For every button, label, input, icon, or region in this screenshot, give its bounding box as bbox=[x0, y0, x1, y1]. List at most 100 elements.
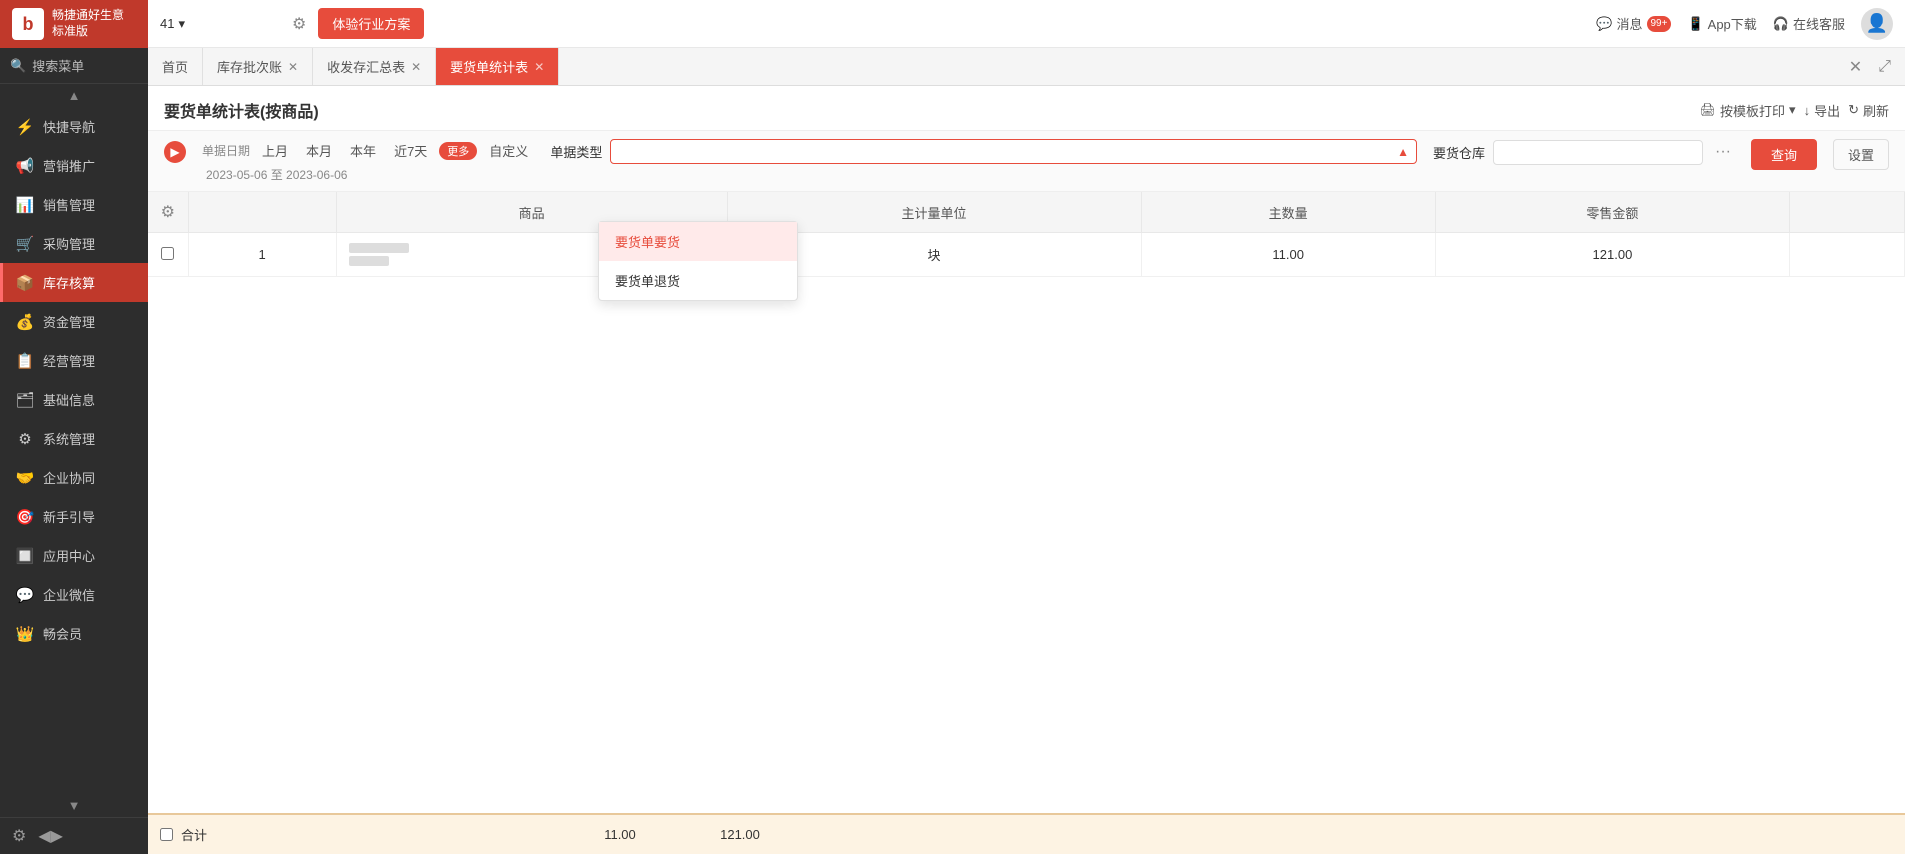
store-selector[interactable]: 41 ▾ bbox=[160, 16, 280, 32]
date-btn-7days[interactable]: 近7天 bbox=[388, 139, 433, 162]
chevron-down-icon: ▾ bbox=[178, 16, 185, 32]
sidebar-item-label: 新手引导 bbox=[43, 507, 95, 526]
sidebar-item-member[interactable]: 👑 畅会员 bbox=[0, 614, 148, 653]
sidebar-item-label: 资金管理 bbox=[43, 312, 95, 331]
print-btn[interactable]: 🖨 按模板打印 ▾ bbox=[1700, 101, 1796, 120]
app-title: 畅捷通好生意 标准版 bbox=[52, 8, 124, 39]
filter-more-icon[interactable]: ··· bbox=[1711, 139, 1735, 165]
table-settings-icon[interactable]: ⚙ bbox=[161, 204, 175, 221]
topbar: 41 ▾ ⚙ 体验行业方案 💬 消息 99+ 📱 App下载 🎧 在线客服 👤 bbox=[148, 0, 1905, 48]
sidebar-nav: ⚡ 快捷导航 📢 营销推广 📊 销售管理 🛒 采购管理 📦 库存核算 💰 资金管… bbox=[0, 107, 148, 794]
col-sale-amount: 零售金额 bbox=[1435, 192, 1789, 233]
settings-btn[interactable]: 设置 bbox=[1833, 139, 1889, 170]
sidebar-search[interactable]: 🔍 搜索菜单 bbox=[0, 48, 148, 84]
enterprise-wechat-icon: 💬 bbox=[15, 586, 35, 604]
sidebar-item-label: 营销推广 bbox=[43, 156, 95, 175]
tab-expand-btn[interactable]: ⤢ bbox=[1872, 53, 1897, 81]
tab-receive-summary-label: 收发存汇总表 bbox=[327, 57, 405, 76]
date-btn-custom[interactable]: 自定义 bbox=[483, 139, 534, 162]
tab-inventory-batch[interactable]: 库存批次账 ✕ bbox=[203, 48, 313, 85]
sidebar-item-inventory[interactable]: 📦 库存核算 bbox=[0, 263, 148, 302]
col-seq bbox=[188, 192, 336, 233]
row-checkbox[interactable] bbox=[161, 247, 174, 260]
row-seq: 1 bbox=[188, 233, 336, 277]
avatar-icon: 👤 bbox=[1866, 13, 1888, 34]
export-btn[interactable]: ↓ 导出 bbox=[1804, 101, 1841, 120]
trial-btn[interactable]: 体验行业方案 bbox=[318, 8, 424, 39]
operations-icon: 📋 bbox=[15, 352, 35, 370]
table-row: 1 块 11.00 121.00 bbox=[148, 233, 1905, 277]
tab-close-all-btn[interactable]: ✕ bbox=[1843, 53, 1868, 81]
tab-requisition-summary[interactable]: 要货单统计表 ✕ bbox=[436, 48, 559, 85]
warehouse-filter-label: 要货仓库 bbox=[1433, 143, 1485, 162]
sidebar-scroll-down[interactable]: ▼ bbox=[0, 794, 148, 817]
refresh-btn[interactable]: ↻ 刷新 bbox=[1848, 101, 1889, 120]
date-btn-more[interactable]: 更多 bbox=[439, 142, 477, 160]
collapse-footer-btn[interactable]: ◀▶ bbox=[38, 826, 63, 846]
online-service-btn[interactable]: 🎧 在线客服 bbox=[1773, 14, 1845, 33]
app-download-btn[interactable]: 📱 App下载 bbox=[1687, 14, 1756, 33]
settings-footer-btn[interactable]: ⚙ bbox=[12, 826, 26, 846]
type-filter-input[interactable] bbox=[610, 139, 1417, 164]
sidebar-header: b 畅捷通好生意 标准版 bbox=[0, 0, 148, 48]
print-icon: 🖨 bbox=[1700, 102, 1717, 118]
sidebar-item-purchase[interactable]: 🛒 采购管理 bbox=[0, 224, 148, 263]
tab-home-label: 首页 bbox=[162, 57, 188, 76]
warehouse-filter-input[interactable] bbox=[1493, 140, 1703, 165]
dropdown-item-requisition-order[interactable]: 要货单要货 bbox=[599, 222, 797, 261]
tab-home[interactable]: 首页 bbox=[156, 48, 203, 85]
sidebar-item-base-info[interactable]: 🗂 基础信息 bbox=[0, 380, 148, 419]
date-range-row: 2023-05-06 至 2023-06-06 bbox=[202, 166, 534, 183]
type-filter-group: 单据类型 ▲ bbox=[550, 139, 1417, 164]
sidebar-item-marketing[interactable]: 📢 营销推广 bbox=[0, 146, 148, 185]
refresh-icon: ↻ bbox=[1848, 102, 1859, 118]
main-area: 41 ▾ ⚙ 体验行业方案 💬 消息 99+ 📱 App下载 🎧 在线客服 👤 bbox=[148, 0, 1905, 854]
type-filter-label: 单据类型 bbox=[550, 142, 602, 161]
sidebar-item-label: 畅会员 bbox=[43, 624, 82, 643]
sidebar-item-label: 企业协同 bbox=[43, 468, 95, 487]
product-name-bar1 bbox=[349, 243, 409, 253]
base-info-icon: 🗂 bbox=[15, 391, 35, 409]
dropdown-item-requisition-return[interactable]: 要货单退货 bbox=[599, 261, 797, 300]
sidebar-item-app-center[interactable]: 🔲 应用中心 bbox=[0, 536, 148, 575]
online-service-label: 在线客服 bbox=[1793, 14, 1845, 33]
messages-btn[interactable]: 💬 消息 99+ bbox=[1596, 14, 1671, 33]
search-icon: 🔍 bbox=[10, 58, 26, 74]
sidebar-item-quick-nav[interactable]: ⚡ 快捷导航 bbox=[0, 107, 148, 146]
sidebar-item-enterprise[interactable]: 🤝 企业协同 bbox=[0, 458, 148, 497]
sidebar-item-finance[interactable]: 💰 资金管理 bbox=[0, 302, 148, 341]
type-filter-chevron-up[interactable]: ▲ bbox=[1397, 145, 1409, 159]
sidebar: b 畅捷通好生意 标准版 🔍 搜索菜单 ▲ ⚡ 快捷导航 📢 营销推广 📊 销售… bbox=[0, 0, 148, 854]
sidebar-item-sales[interactable]: 📊 销售管理 bbox=[0, 185, 148, 224]
messages-badge: 99+ bbox=[1647, 16, 1672, 32]
sidebar-scroll-up[interactable]: ▲ bbox=[0, 84, 148, 107]
col-settings[interactable]: ⚙ bbox=[148, 192, 188, 233]
type-dropdown: 要货单要货 要货单退货 bbox=[598, 221, 798, 301]
date-btn-last-month[interactable]: 上月 bbox=[256, 139, 294, 162]
phone-icon: 📱 bbox=[1687, 16, 1703, 32]
tab-inventory-batch-close[interactable]: ✕ bbox=[288, 60, 298, 74]
sidebar-item-enterprise-wechat[interactable]: 💬 企业微信 bbox=[0, 575, 148, 614]
date-btn-this-year[interactable]: 本年 bbox=[344, 139, 382, 162]
sidebar-item-system[interactable]: ⚙ 系统管理 bbox=[0, 419, 148, 458]
row-checkbox-cell[interactable] bbox=[148, 233, 188, 277]
row-sale-amount: 121.00 bbox=[1435, 233, 1789, 277]
sidebar-item-guide[interactable]: 🎯 新手引导 bbox=[0, 497, 148, 536]
purchase-icon: 🛒 bbox=[15, 235, 35, 253]
filter-expand-btn[interactable]: ▶ bbox=[164, 141, 186, 163]
footer-checkbox[interactable] bbox=[160, 828, 173, 841]
user-avatar[interactable]: 👤 bbox=[1861, 8, 1893, 40]
query-btn[interactable]: 查询 bbox=[1751, 139, 1817, 170]
tab-receive-summary-close[interactable]: ✕ bbox=[411, 60, 421, 74]
sidebar-item-operations[interactable]: 📋 经营管理 bbox=[0, 341, 148, 380]
app-logo: b bbox=[12, 8, 44, 40]
message-icon: 💬 bbox=[1596, 16, 1612, 32]
tab-receive-summary[interactable]: 收发存汇总表 ✕ bbox=[313, 48, 436, 85]
tab-requisition-summary-close[interactable]: ✕ bbox=[534, 60, 544, 74]
date-btn-this-month[interactable]: 本月 bbox=[300, 139, 338, 162]
enterprise-icon: 🤝 bbox=[15, 469, 35, 487]
sidebar-item-label: 采购管理 bbox=[43, 234, 95, 253]
topbar-gear-btn[interactable]: ⚙ bbox=[292, 14, 306, 34]
marketing-icon: 📢 bbox=[15, 157, 35, 175]
filter-bar: ▶ 单据日期 上月 本月 本年 近7天 更多 自定义 2023-05-06 至 … bbox=[148, 130, 1905, 192]
